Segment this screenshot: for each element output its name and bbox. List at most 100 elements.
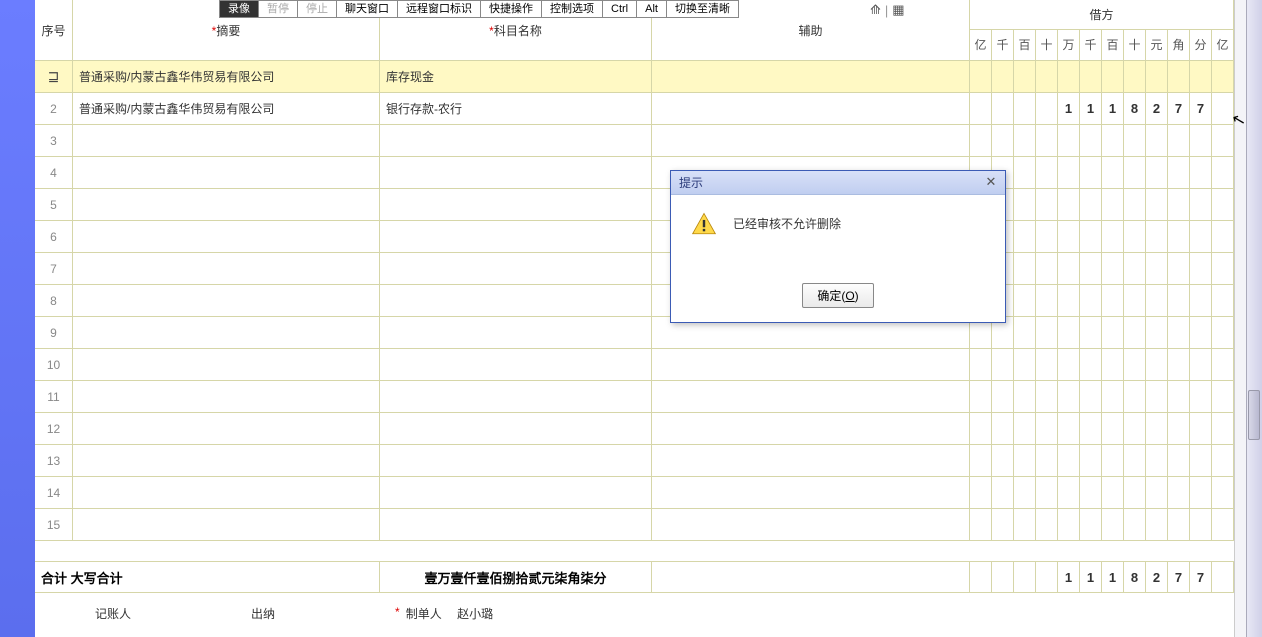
row-aux[interactable] (652, 61, 970, 92)
row-subject[interactable] (380, 285, 652, 316)
row-debit[interactable] (970, 413, 1234, 444)
row-debit[interactable] (970, 221, 1234, 252)
chevron-icon[interactable]: ⟰ (870, 2, 881, 18)
row-subject[interactable] (380, 445, 652, 476)
row-debit[interactable]: 1118277 (970, 93, 1234, 124)
debit-digit (1102, 445, 1124, 476)
debit-digit (992, 445, 1014, 476)
row-subject[interactable] (380, 317, 652, 348)
row-subject[interactable] (380, 157, 652, 188)
scroll-thumb[interactable] (1248, 390, 1260, 440)
row-subject[interactable] (380, 509, 652, 540)
remote-window-id-button[interactable]: 远程窗口标识 (397, 0, 481, 18)
debit-digit (970, 445, 992, 476)
row-summary[interactable] (73, 509, 380, 540)
row-debit[interactable] (970, 349, 1234, 380)
ok-button[interactable]: 确定(O) (802, 283, 873, 308)
row-summary[interactable] (73, 349, 380, 380)
table-row[interactable]: 3 (35, 125, 1234, 157)
row-debit[interactable] (970, 157, 1234, 188)
row-summary[interactable] (73, 381, 380, 412)
table-row[interactable]: 9 (35, 317, 1234, 349)
qr-icon[interactable]: ▦ (892, 2, 904, 18)
row-subject[interactable] (380, 349, 652, 380)
row-aux[interactable] (652, 445, 970, 476)
switch-hd-button[interactable]: 切换至清晰 (666, 0, 739, 18)
row-aux[interactable] (652, 509, 970, 540)
row-debit[interactable] (970, 125, 1234, 156)
row-aux[interactable] (652, 125, 970, 156)
debit-digit (1168, 221, 1190, 252)
row-subject[interactable] (380, 221, 652, 252)
row-summary[interactable] (73, 445, 380, 476)
row-summary[interactable] (73, 317, 380, 348)
table-row[interactable]: 13 (35, 445, 1234, 477)
row-subject[interactable] (380, 253, 652, 284)
record-button[interactable]: 录像 (219, 0, 259, 18)
row-debit[interactable] (970, 509, 1234, 540)
row-summary[interactable] (73, 125, 380, 156)
row-subject[interactable]: 银行存款-农行 (380, 93, 652, 124)
stop-button[interactable]: 停止 (297, 0, 337, 18)
table-row[interactable]: 12 (35, 413, 1234, 445)
table-row[interactable]: ⊒普通采购/内蒙古鑫华伟贸易有限公司库存现金 (35, 61, 1234, 93)
table-row[interactable]: 8 (35, 285, 1234, 317)
debit-digit (1212, 157, 1233, 188)
debit-unit-header: 千 (1080, 30, 1102, 60)
alt-button[interactable]: Alt (636, 0, 667, 18)
close-icon[interactable]: ✕ (983, 175, 999, 191)
debit-digit (1146, 285, 1168, 316)
row-aux[interactable] (652, 381, 970, 412)
row-summary[interactable] (73, 477, 380, 508)
row-summary[interactable]: 普通采购/内蒙古鑫华伟贸易有限公司 (73, 61, 380, 92)
row-debit[interactable] (970, 285, 1234, 316)
row-debit[interactable] (970, 445, 1234, 476)
row-subject[interactable] (380, 477, 652, 508)
chat-window-button[interactable]: 聊天窗口 (336, 0, 398, 18)
table-row[interactable]: 2普通采购/内蒙古鑫华伟贸易有限公司银行存款-农行1118277 (35, 93, 1234, 125)
debit-digit (970, 509, 992, 540)
debit-digit (1014, 157, 1036, 188)
row-summary[interactable] (73, 285, 380, 316)
row-debit[interactable] (970, 477, 1234, 508)
table-row[interactable]: 6 (35, 221, 1234, 253)
row-subject[interactable] (380, 189, 652, 220)
quick-action-button[interactable]: 快捷操作 (480, 0, 542, 18)
table-row[interactable]: 14 (35, 477, 1234, 509)
row-aux[interactable] (652, 413, 970, 444)
table-row[interactable]: 10 (35, 349, 1234, 381)
ctrl-button[interactable]: Ctrl (602, 0, 637, 18)
table-row[interactable]: 11 (35, 381, 1234, 413)
pause-button[interactable]: 暂停 (258, 0, 298, 18)
row-debit[interactable] (970, 253, 1234, 284)
inner-scrollbar[interactable] (1234, 0, 1246, 637)
row-debit[interactable] (970, 381, 1234, 412)
table-row[interactable]: 5 (35, 189, 1234, 221)
row-subject[interactable] (380, 125, 652, 156)
row-subject[interactable] (380, 381, 652, 412)
debit-digit (1014, 125, 1036, 156)
row-debit[interactable] (970, 317, 1234, 348)
row-subject[interactable] (380, 413, 652, 444)
row-summary[interactable]: 普通采购/内蒙古鑫华伟贸易有限公司 (73, 93, 380, 124)
row-summary[interactable] (73, 221, 380, 252)
row-aux[interactable] (652, 93, 970, 124)
row-summary[interactable] (73, 157, 380, 188)
debit-digit (1168, 509, 1190, 540)
row-summary[interactable] (73, 253, 380, 284)
debit-digit (1036, 381, 1058, 412)
control-options-button[interactable]: 控制选项 (541, 0, 603, 18)
debit-digit (1102, 125, 1124, 156)
row-debit[interactable] (970, 189, 1234, 220)
window-scrollbar[interactable] (1246, 0, 1262, 637)
table-row[interactable]: 15 (35, 509, 1234, 541)
row-summary[interactable] (73, 413, 380, 444)
debit-digit (1080, 381, 1102, 412)
row-summary[interactable] (73, 189, 380, 220)
row-aux[interactable] (652, 349, 970, 380)
table-row[interactable]: 7 (35, 253, 1234, 285)
table-row[interactable]: 4 (35, 157, 1234, 189)
row-subject[interactable]: 库存现金 (380, 61, 652, 92)
row-aux[interactable] (652, 477, 970, 508)
row-debit[interactable] (970, 61, 1234, 92)
